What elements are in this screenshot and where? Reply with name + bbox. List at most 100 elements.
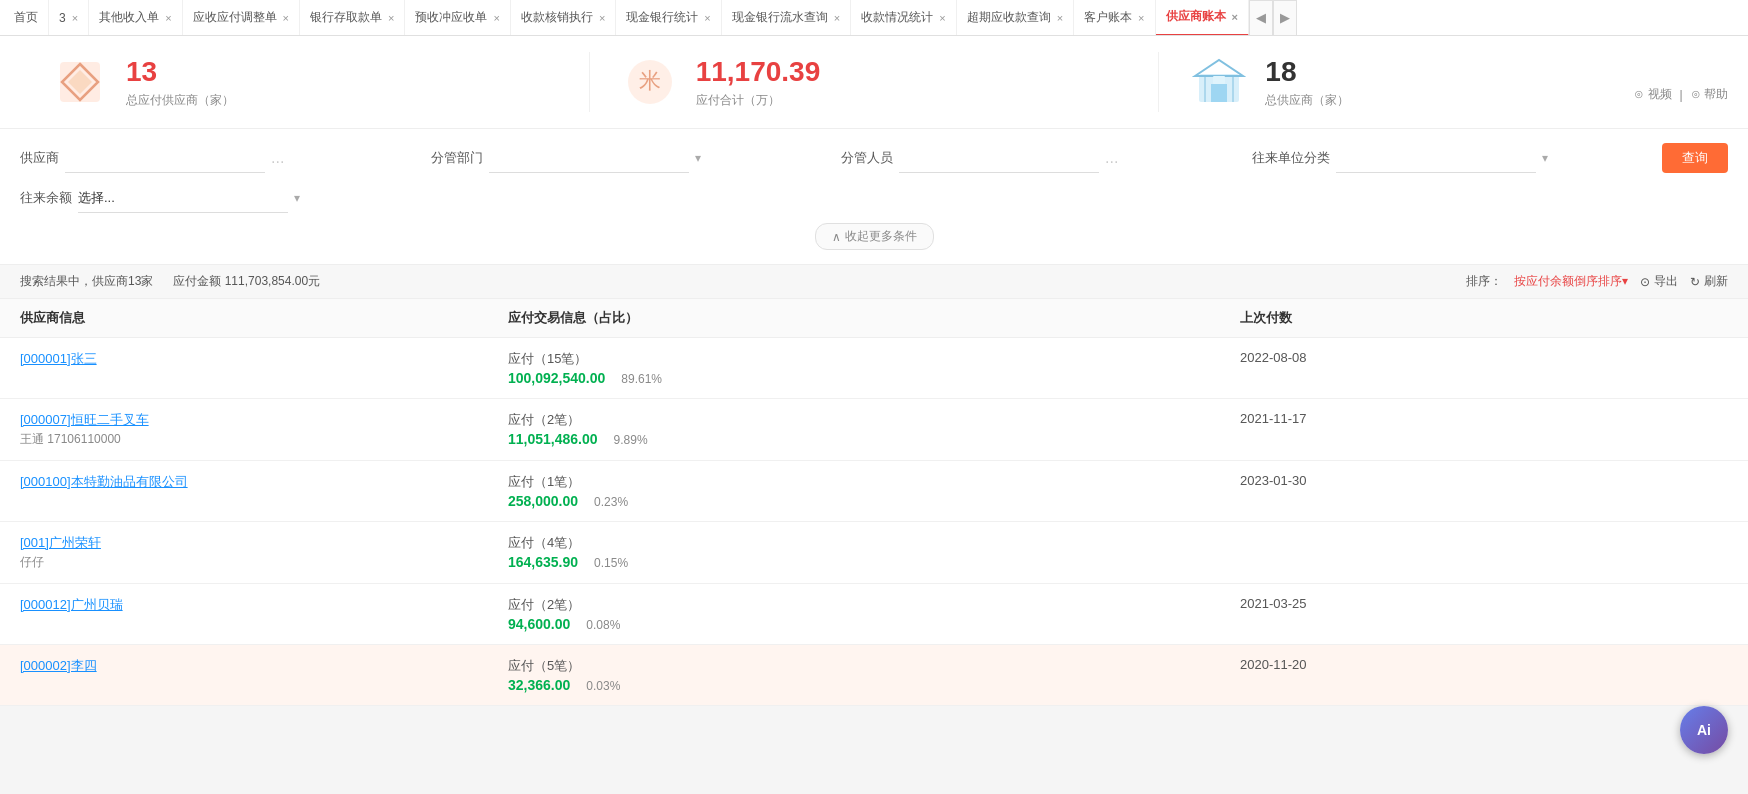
- nav-tab-3[interactable]: 3 ×: [49, 0, 89, 36]
- supplier-info-3: [000100]本特勤油品有限公司: [20, 473, 508, 491]
- supplier-link-6[interactable]: [000002]李四: [20, 657, 508, 675]
- supplier-dots-icon[interactable]: ...: [271, 149, 284, 167]
- transaction-info-6: 应付（5笔） 32,366.00 0.03%: [508, 657, 1240, 693]
- nav-arrow-left[interactable]: ◀: [1249, 0, 1273, 36]
- trans-percent-3: 0.23%: [594, 495, 628, 509]
- close-icon[interactable]: ×: [834, 12, 840, 24]
- supplier-link-3[interactable]: [000100]本特勤油品有限公司: [20, 473, 508, 491]
- close-icon[interactable]: ×: [283, 12, 289, 24]
- trans-count-5: 应付（2笔）: [508, 596, 1240, 614]
- nav-arrow-right[interactable]: ▶: [1273, 0, 1297, 36]
- summary-card-total-suppliers: 18 总供应商（家）: [1159, 52, 1728, 112]
- table-area: 供应商信息 应付交易信息（占比） 上次付数 [000001]张三 应付（15笔）…: [0, 299, 1748, 706]
- trans-percent-4: 0.15%: [594, 556, 628, 570]
- balance-label: 往来余额: [20, 189, 72, 207]
- close-icon[interactable]: ×: [1138, 12, 1144, 24]
- nav-tab-cash-bank-stat-label: 现金银行统计: [626, 9, 698, 26]
- filter-supplier: 供应商 ...: [20, 143, 415, 173]
- help-icon: ⊙: [1691, 87, 1701, 101]
- lastpay-5: 2021-03-25: [1240, 596, 1728, 611]
- nav-tab-bank-deposit[interactable]: 银行存取款单 ×: [300, 0, 405, 36]
- export-button[interactable]: ⊙ 导出: [1640, 273, 1678, 290]
- supplier-code-6[interactable]: [000002]李四: [20, 658, 97, 673]
- collapse-button[interactable]: ∧ 收起更多条件: [815, 223, 934, 250]
- lastpay-date-2: 2021-11-17: [1240, 411, 1307, 426]
- supplier-link-1[interactable]: [000001]张三: [20, 350, 508, 368]
- supplier-sub-4: 仔仔: [20, 554, 508, 571]
- nav-tab-cash-bank-stat[interactable]: 现金银行统计 ×: [616, 0, 721, 36]
- close-icon[interactable]: ×: [1232, 11, 1238, 23]
- summary-card-payable-suppliers: 13 总应付供应商（家）: [20, 52, 590, 112]
- refresh-button[interactable]: ↻ 刷新: [1690, 273, 1728, 290]
- video-label: 视频: [1648, 87, 1672, 101]
- header-lastpay: 上次付数: [1240, 309, 1728, 327]
- nav-tab-home[interactable]: 首页: [4, 0, 49, 36]
- close-icon[interactable]: ×: [704, 12, 710, 24]
- trans-percent-5: 0.08%: [586, 618, 620, 632]
- transaction-info-3: 应付（1笔） 258,000.00 0.23%: [508, 473, 1240, 509]
- trans-count-2: 应付（2笔）: [508, 411, 1240, 429]
- nav-tab-cash-bank-flow-label: 现金银行流水查询: [732, 9, 828, 26]
- table-row: [000002]李四 应付（5笔） 32,366.00 0.03% 2020-1…: [0, 645, 1748, 706]
- supplier-code-4[interactable]: [001]广州荣轩: [20, 535, 101, 550]
- nav-tab-receipt-verify[interactable]: 收款核销执行 ×: [511, 0, 616, 36]
- search-button[interactable]: 查询: [1662, 143, 1728, 173]
- supplier-code-1[interactable]: [000001]张三: [20, 351, 97, 366]
- person-input[interactable]: [899, 143, 1099, 173]
- lastpay-6: 2020-11-20: [1240, 657, 1728, 672]
- payable-suppliers-value: 13: [126, 56, 234, 88]
- help-link[interactable]: ⊙ 帮助: [1691, 86, 1728, 103]
- close-icon[interactable]: ×: [1057, 12, 1063, 24]
- nav-tab-overdue-ar[interactable]: 超期应收款查询 ×: [957, 0, 1074, 36]
- nav-tab-other-income[interactable]: 其他收入单 ×: [89, 0, 182, 36]
- balance-select[interactable]: 选择...: [78, 183, 288, 213]
- category-input[interactable]: [1336, 143, 1536, 173]
- nav-tab-customer-book[interactable]: 客户账本 ×: [1074, 0, 1155, 36]
- table-header: 供应商信息 应付交易信息（占比） 上次付数: [0, 299, 1748, 338]
- supplier-link-2[interactable]: [000007]恒旺二手叉车: [20, 411, 508, 429]
- supplier-input[interactable]: [65, 143, 265, 173]
- sort-value-text[interactable]: 按应付余额倒序排序▾: [1514, 273, 1628, 290]
- close-icon[interactable]: ×: [388, 12, 394, 24]
- nav-tab-supplier-book[interactable]: 供应商账本 ×: [1156, 0, 1249, 36]
- lastpay-date-6: 2020-11-20: [1240, 657, 1307, 672]
- nav-tab-prepaid-offset-label: 预收冲应收单: [415, 9, 487, 26]
- close-icon[interactable]: ×: [72, 12, 78, 24]
- refresh-icon: ↻: [1690, 275, 1700, 289]
- amount-info-text: 应付金额 111,703,854.00元: [173, 273, 320, 290]
- trans-row-5: 94,600.00 0.08%: [508, 616, 1240, 632]
- close-icon[interactable]: ×: [939, 12, 945, 24]
- svg-rect-8: [1213, 76, 1225, 84]
- close-icon[interactable]: ×: [493, 12, 499, 24]
- close-icon[interactable]: ×: [165, 12, 171, 24]
- trans-row-6: 32,366.00 0.03%: [508, 677, 1240, 693]
- nav-tab-prepaid-offset[interactable]: 预收冲应收单 ×: [405, 0, 510, 36]
- collapse-bar: ∧ 收起更多条件: [20, 223, 1728, 250]
- supplier-code-3[interactable]: [000100]本特勤油品有限公司: [20, 474, 188, 489]
- video-link[interactable]: ⊙ 视频: [1634, 86, 1671, 103]
- trans-count-3: 应付（1笔）: [508, 473, 1240, 491]
- trans-percent-6: 0.03%: [586, 679, 620, 693]
- nav-tab-ar-ap-adjust[interactable]: 应收应付调整单 ×: [183, 0, 300, 36]
- dept-dropdown-icon[interactable]: ▾: [695, 151, 701, 165]
- supplier-link-5[interactable]: [000012]广州贝瑞: [20, 596, 508, 614]
- person-dots-icon[interactable]: ...: [1105, 149, 1118, 167]
- refresh-label: 刷新: [1704, 273, 1728, 290]
- close-icon[interactable]: ×: [599, 12, 605, 24]
- rice-icon: 米: [620, 52, 680, 112]
- lastpay-3: 2023-01-30: [1240, 473, 1728, 488]
- summary-text-total-suppliers: 18 总供应商（家）: [1265, 56, 1349, 109]
- svg-rect-7: [1211, 84, 1227, 102]
- category-dropdown-icon[interactable]: ▾: [1542, 151, 1548, 165]
- trans-amount-1: 100,092,540.00: [508, 370, 605, 386]
- dept-input[interactable]: [489, 143, 689, 173]
- supplier-info-5: [000012]广州贝瑞: [20, 596, 508, 614]
- supplier-link-4[interactable]: [001]广州荣轩: [20, 534, 508, 552]
- supplier-code-2[interactable]: [000007]恒旺二手叉车: [20, 412, 149, 427]
- balance-dropdown-icon[interactable]: ▾: [294, 191, 300, 205]
- trans-amount-2: 11,051,486.00: [508, 431, 598, 447]
- nav-tab-cash-bank-flow[interactable]: 现金银行流水查询 ×: [722, 0, 851, 36]
- nav-tab-home-label: 首页: [14, 9, 38, 26]
- nav-tab-receipt-stat[interactable]: 收款情况统计 ×: [851, 0, 956, 36]
- supplier-code-5[interactable]: [000012]广州贝瑞: [20, 597, 123, 612]
